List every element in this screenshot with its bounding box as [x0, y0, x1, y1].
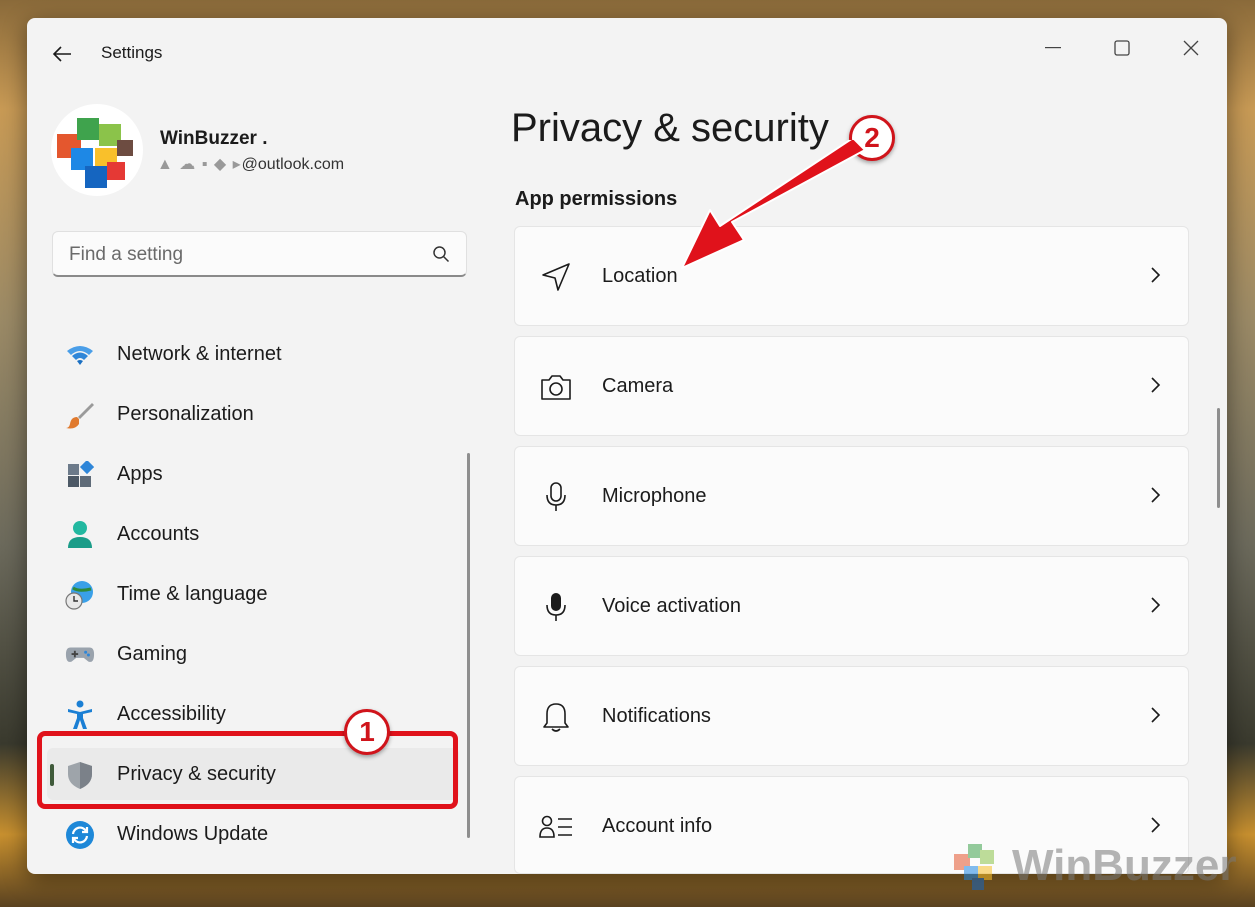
chevron-right-icon: [1151, 597, 1161, 613]
voice-mic-icon: [539, 590, 573, 624]
update-icon: [65, 820, 95, 850]
content-scrollbar[interactable]: [1217, 408, 1220, 508]
sidebar-item-label: Apps: [117, 463, 163, 485]
maximize-button[interactable]: [1099, 28, 1145, 68]
camera-icon: [539, 370, 573, 404]
globe-clock-icon: [65, 580, 95, 610]
bell-icon: [539, 700, 573, 734]
chevron-right-icon: [1151, 377, 1161, 393]
chevron-right-icon: [1151, 487, 1161, 503]
card-label: Account info: [602, 815, 713, 837]
card-label: Camera: [602, 375, 674, 397]
sidebar-item-time-language[interactable]: Time & language: [47, 568, 459, 620]
search-box[interactable]: [52, 231, 467, 277]
sidebar-item-label: Accounts: [117, 523, 200, 545]
brush-icon: [65, 400, 95, 430]
sidebar-item-apps[interactable]: Apps: [47, 448, 459, 500]
card-label: Notifications: [602, 705, 711, 727]
annotation-badge-1: 1: [344, 709, 390, 755]
sidebar-item-label: Network & internet: [117, 343, 282, 365]
user-name: WinBuzzer .: [160, 128, 268, 149]
title-bar: Settings: [27, 18, 1227, 90]
back-arrow-icon: [52, 46, 71, 62]
microphone-icon: [539, 480, 573, 514]
chevron-right-icon: [1151, 817, 1161, 833]
section-title: App permissions: [515, 188, 678, 210]
back-button[interactable]: [47, 40, 77, 68]
card-label: Voice activation: [602, 595, 741, 617]
sidebar-item-accounts[interactable]: Accounts: [47, 508, 459, 560]
sidebar-item-network[interactable]: Network & internet: [47, 328, 459, 380]
watermark-text: WinBuzzer: [1012, 841, 1237, 890]
sidebar-item-label: Time & language: [117, 583, 268, 605]
watermark: WinBuzzer: [950, 840, 1237, 892]
sidebar-item-label: Gaming: [117, 643, 188, 665]
close-button[interactable]: [1168, 28, 1214, 68]
search-icon[interactable]: [432, 245, 450, 263]
winbuzzer-logo-avatar: [57, 118, 133, 188]
close-icon: [1183, 40, 1199, 56]
sidebar-item-gaming[interactable]: Gaming: [47, 628, 459, 680]
voice-activation-card[interactable]: Voice activation: [514, 556, 1189, 656]
chevron-right-icon: [1151, 707, 1161, 723]
sidebar-item-label: Personalization: [117, 403, 254, 425]
sidebar-item-personalization[interactable]: Personalization: [47, 388, 459, 440]
annotation-arrow-icon: [681, 140, 866, 269]
card-label: Microphone: [602, 485, 707, 507]
sidebar-item-windows-update[interactable]: Windows Update: [47, 808, 459, 860]
notifications-card[interactable]: Notifications: [514, 666, 1189, 766]
search-input[interactable]: [67, 241, 411, 269]
minimize-icon: [1045, 47, 1061, 49]
apps-icon: [65, 460, 95, 490]
minimize-button[interactable]: [1030, 28, 1076, 68]
accessibility-icon: [65, 700, 95, 730]
camera-card[interactable]: Camera: [514, 336, 1189, 436]
gamepad-icon: [65, 640, 95, 670]
account-info-icon: [539, 810, 573, 844]
location-arrow-icon: [539, 260, 573, 294]
winbuzzer-logo-icon: [954, 844, 994, 890]
avatar: [51, 104, 143, 196]
email-domain: @outlook.com: [241, 156, 345, 173]
email-obscured: ▲ ☁ ▪ ◆ ▸: [157, 156, 242, 173]
user-email: ▲ ☁ ▪ ◆ ▸@outlook.com: [157, 154, 344, 174]
annotation-highlight-box: [37, 731, 458, 809]
person-icon: [65, 520, 95, 550]
maximize-icon: [1114, 40, 1130, 56]
microphone-card[interactable]: Microphone: [514, 446, 1189, 546]
sidebar-item-label: Accessibility: [117, 703, 226, 725]
sidebar-item-label: Windows Update: [117, 823, 269, 845]
chevron-right-icon: [1151, 267, 1161, 283]
wifi-icon: [65, 340, 95, 370]
sidebar-scrollbar[interactable]: [467, 453, 470, 838]
app-title: Settings: [101, 43, 163, 62]
